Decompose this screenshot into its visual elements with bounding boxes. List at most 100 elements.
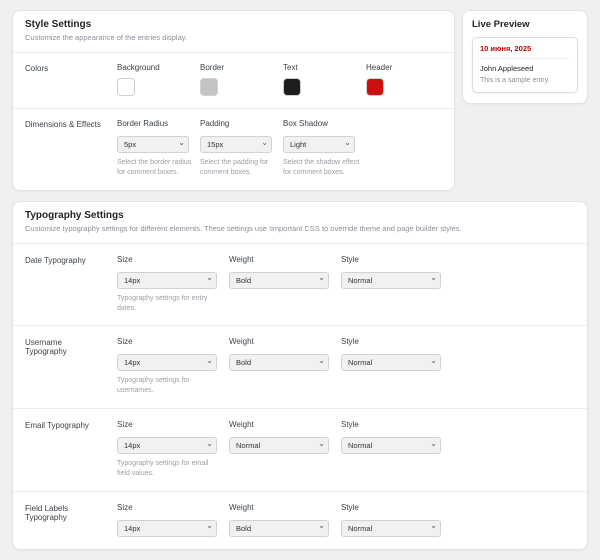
typography-header: Typography Settings Customize typography… (13, 202, 587, 243)
field-labels-style-select-wrap: Normal ⌄ (341, 518, 441, 537)
typography-row-field-labels: Field Labels Typography Size 14px ⌄ Weig… (13, 492, 587, 549)
typography-settings-card: Typography Settings Customize typography… (12, 200, 588, 550)
email-style-select-wrap: Normal ⌄ (341, 435, 441, 455)
username-style-field: Style Normal ⌄ (341, 337, 441, 396)
field-labels-weight-field: Weight Bold ⌄ (229, 503, 329, 537)
email-typography-label: Email Typography (25, 421, 89, 431)
username-weight-select[interactable]: Bold (229, 354, 329, 372)
email-style-field: Style Normal ⌄ (341, 420, 441, 479)
date-typography-help: Typography settings for entry dates. (117, 294, 208, 312)
header-color-swatch[interactable] (366, 78, 384, 97)
email-size-select-wrap: 14px ⌄ (117, 435, 217, 455)
size-label: Size (117, 337, 133, 347)
typography-row-date: Date Typography Size 14px ⌄ Typography s… (13, 244, 587, 326)
top-row: Style Settings Customize the appearance … (12, 10, 588, 191)
padding-select[interactable]: 15px (200, 136, 272, 154)
box-shadow-select[interactable]: Light (283, 136, 355, 154)
email-weight-select-wrap: Normal ⌄ (229, 435, 329, 455)
field-labels-weight-select-wrap: Bold ⌄ (229, 518, 329, 537)
size-label: Size (117, 254, 133, 264)
style-settings-card: Style Settings Customize the appearance … (12, 10, 455, 191)
field-labels-typography-label: Field Labels Typography (25, 503, 69, 522)
style-settings-title: Style Settings (25, 19, 92, 30)
color-item-background: Background (117, 63, 200, 97)
box-shadow-field: Box Shadow Light ⌄ Select the shadow eff… (283, 119, 366, 178)
weight-label: Weight (229, 254, 254, 264)
settings-page: Style Settings Customize the appearance … (0, 0, 600, 560)
header-color-label: Header (366, 63, 393, 73)
padding-select-wrap: 15px ⌄ (200, 134, 272, 154)
username-typography-label: Username Typography (25, 338, 67, 357)
typography-row-username: Username Typography Size 14px ⌄ Typograp… (13, 326, 587, 408)
style-settings-header: Style Settings Customize the appearance … (13, 11, 454, 52)
email-typography-help: Typography settings for email field valu… (117, 460, 209, 477)
date-size-field: Size 14px ⌄ Typography settings for entr… (117, 255, 217, 314)
style-label: Style (341, 502, 359, 512)
date-style-select-wrap: Normal ⌄ (341, 270, 441, 289)
color-item-border: Border (200, 63, 283, 97)
username-size-select[interactable]: 14px (117, 354, 217, 372)
border-radius-help: Select the border radius for comment box… (117, 159, 192, 176)
preview-entry-text: This is a sample entry. (480, 77, 550, 84)
date-size-select[interactable]: 14px (117, 271, 217, 289)
preview-entry-name: John Appleseed (480, 64, 534, 73)
username-size-select-wrap: 14px ⌄ (117, 352, 217, 372)
size-label: Size (117, 502, 133, 512)
email-size-field: Size 14px ⌄ Typography settings for emai… (117, 420, 217, 479)
colors-row-label: Colors (25, 64, 49, 74)
style-settings-subtitle: Customize the appearance of the entries … (25, 33, 188, 42)
border-radius-select-wrap: 5px ⌄ (117, 134, 189, 154)
email-weight-select[interactable]: Normal (229, 437, 329, 455)
date-size-select-wrap: 14px ⌄ (117, 270, 217, 289)
field-labels-size-select[interactable]: 14px (117, 519, 217, 537)
field-labels-size-select-wrap: 14px ⌄ (117, 518, 217, 537)
style-label: Style (341, 337, 359, 347)
live-preview-card: Live Preview 10 июня, 2025 John Applesee… (462, 10, 588, 104)
colors-row: Colors Background Border Text Header (13, 53, 454, 108)
text-color-label: Text (283, 63, 298, 73)
date-style-field: Style Normal ⌄ (341, 255, 441, 314)
field-labels-weight-select[interactable]: Bold (229, 519, 329, 537)
color-item-text: Text (283, 63, 366, 97)
dimensions-effects-row: Dimensions & Effects Border Radius 5px ⌄… (13, 109, 454, 190)
email-size-select[interactable]: 14px (117, 437, 217, 455)
date-typography-label: Date Typography (25, 255, 86, 265)
email-weight-field: Weight Normal ⌄ (229, 420, 329, 479)
username-weight-select-wrap: Bold ⌄ (229, 352, 329, 372)
field-labels-style-select[interactable]: Normal (341, 519, 441, 537)
preview-entry: 10 июня, 2025 John Appleseed This is a s… (472, 37, 578, 93)
dimensions-row-label: Dimensions & Effects (25, 120, 101, 130)
size-label: Size (117, 420, 133, 430)
text-color-swatch[interactable] (283, 78, 301, 97)
padding-field: Padding 15px ⌄ Select the padding for co… (200, 119, 283, 178)
background-color-swatch[interactable] (117, 78, 135, 97)
username-weight-field: Weight Bold ⌄ (229, 337, 329, 396)
live-preview-title: Live Preview (472, 19, 530, 30)
weight-label: Weight (229, 337, 254, 347)
box-shadow-select-wrap: Light ⌄ (283, 134, 355, 154)
padding-label: Padding (200, 119, 230, 129)
date-weight-field: Weight Bold ⌄ (229, 255, 329, 314)
username-style-select[interactable]: Normal (341, 354, 441, 372)
username-typography-help: Typography settings for usernames. (117, 377, 190, 395)
border-color-swatch[interactable] (200, 78, 218, 97)
style-label: Style (341, 254, 359, 264)
date-weight-select-wrap: Bold ⌄ (229, 270, 329, 289)
field-labels-size-field: Size 14px ⌄ (117, 503, 217, 537)
username-style-select-wrap: Normal ⌄ (341, 352, 441, 372)
border-radius-select[interactable]: 5px (117, 136, 189, 154)
padding-help: Select the padding for comment boxes. (200, 159, 269, 176)
box-shadow-help: Select the shadow effect for comment box… (283, 159, 360, 176)
field-labels-style-field: Style Normal ⌄ (341, 503, 441, 537)
date-weight-select[interactable]: Bold (229, 271, 329, 289)
username-size-field: Size 14px ⌄ Typography settings for user… (117, 337, 217, 396)
border-radius-field: Border Radius 5px ⌄ Select the border ra… (117, 119, 200, 178)
background-color-label: Background (117, 63, 160, 73)
weight-label: Weight (229, 502, 254, 512)
box-shadow-label: Box Shadow (283, 119, 328, 129)
color-item-header: Header (366, 63, 449, 97)
preview-entry-date: 10 июня, 2025 (480, 44, 570, 59)
email-style-select[interactable]: Normal (341, 437, 441, 455)
border-radius-label: Border Radius (117, 119, 169, 129)
date-style-select[interactable]: Normal (341, 271, 441, 289)
